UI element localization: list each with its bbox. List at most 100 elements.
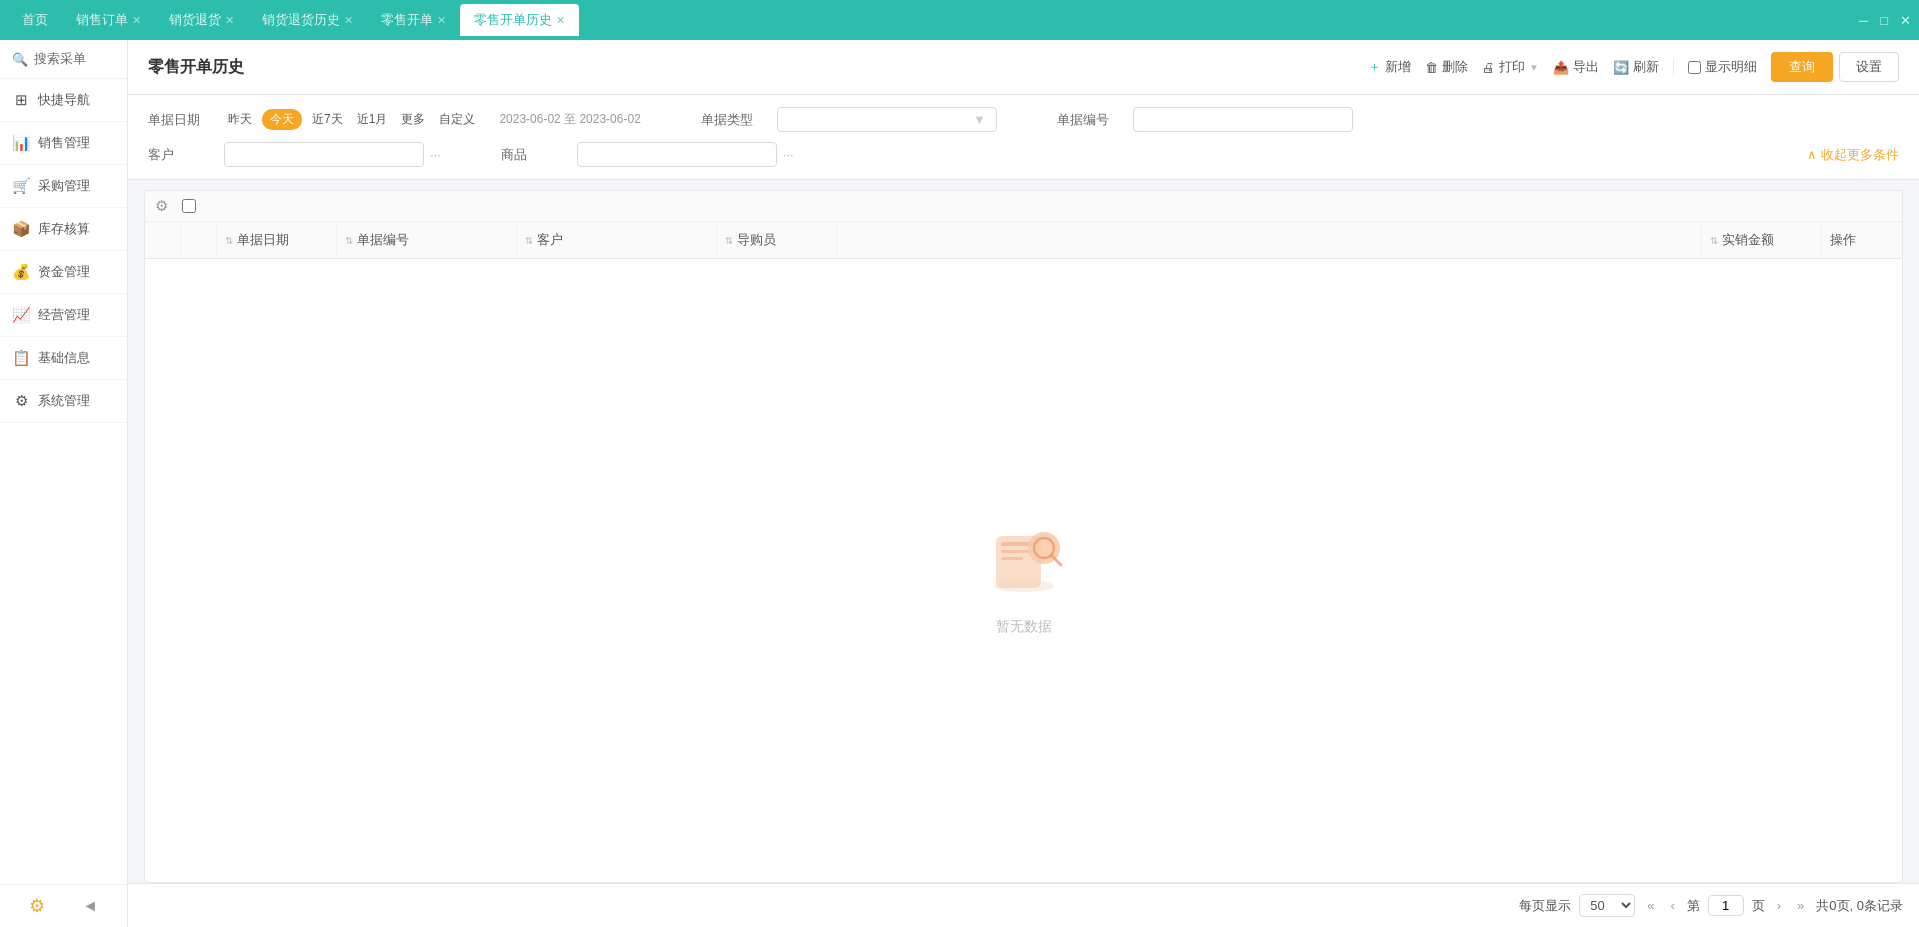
display-detail-checkbox[interactable] bbox=[1688, 61, 1701, 74]
date-opt-today[interactable]: 今天 bbox=[262, 109, 302, 130]
th-number[interactable]: ⇅ 单据编号 bbox=[337, 222, 517, 258]
table-toolbar: ⚙ bbox=[145, 191, 1902, 222]
current-page-input[interactable]: 1 bbox=[1708, 895, 1744, 916]
empty-state: 暂无数据 bbox=[974, 506, 1074, 636]
sidebar-search[interactable]: 🔍 搜索采单 bbox=[0, 40, 127, 79]
sidebar-item-system-mgmt[interactable]: ⚙ 系统管理 bbox=[0, 380, 127, 423]
add-button[interactable]: ＋ 新增 bbox=[1368, 58, 1411, 76]
product-dots-btn[interactable]: ··· bbox=[783, 147, 794, 162]
type-select[interactable]: ▼ bbox=[777, 107, 997, 132]
th-extra bbox=[837, 222, 1702, 258]
sidebar-item-quick-nav[interactable]: ⊞ 快捷导航 bbox=[0, 79, 127, 122]
date-opt-yesterday[interactable]: 昨天 bbox=[224, 109, 256, 130]
tab-sales-return-history-label: 销货退货历史 bbox=[262, 11, 340, 29]
sidebar-collapse-icon[interactable]: ◄ bbox=[82, 897, 98, 915]
first-page-btn[interactable]: « bbox=[1643, 896, 1658, 915]
export-button[interactable]: 📤 导出 bbox=[1553, 58, 1599, 76]
sidebar-item-purchase-mgmt[interactable]: 🛒 采购管理 bbox=[0, 165, 127, 208]
refresh-button[interactable]: 🔄 刷新 bbox=[1613, 58, 1659, 76]
sidebar: 🔍 搜索采单 ⊞ 快捷导航 📊 销售管理 🛒 采购管理 📦 库存核算 💰 资金管… bbox=[0, 40, 128, 927]
settings-button[interactable]: 设置 bbox=[1839, 52, 1899, 82]
date-opt-custom[interactable]: 自定义 bbox=[435, 109, 479, 130]
prev-page-btn[interactable]: ‹ bbox=[1666, 896, 1678, 915]
close-btn[interactable]: ✕ bbox=[1900, 13, 1911, 28]
refresh-icon: 🔄 bbox=[1613, 60, 1629, 75]
delete-label: 删除 bbox=[1442, 58, 1468, 76]
date-filter-label: 单据日期 bbox=[148, 111, 204, 129]
tab-sales-return-close[interactable]: ✕ bbox=[225, 14, 234, 27]
print-button[interactable]: 🖨 打印 ▼ bbox=[1482, 58, 1539, 76]
table-settings-icon[interactable]: ⚙ bbox=[155, 197, 168, 215]
last-page-btn[interactable]: » bbox=[1793, 896, 1808, 915]
collapse-label: 收起更多条件 bbox=[1821, 146, 1899, 164]
tab-home-label: 首页 bbox=[22, 11, 48, 29]
display-detail-checkbox-group[interactable]: 显示明细 bbox=[1688, 58, 1757, 76]
sidebar-item-sales-mgmt-label: 销售管理 bbox=[38, 134, 90, 152]
sort-icon-customer: ⇅ bbox=[525, 235, 533, 246]
sidebar-item-basic-info-label: 基础信息 bbox=[38, 349, 90, 367]
search-icon: 🔍 bbox=[12, 52, 28, 67]
tab-sales-return-history-close[interactable]: ✕ bbox=[344, 14, 353, 27]
date-opt-7days[interactable]: 近7天 bbox=[308, 109, 347, 130]
th-guide-label: 导购员 bbox=[737, 231, 776, 249]
sidebar-item-system-mgmt-label: 系统管理 bbox=[38, 392, 90, 410]
product-filter-label: 商品 bbox=[501, 146, 557, 164]
page-title: 零售开单历史 bbox=[148, 57, 244, 78]
tab-retail-open-close[interactable]: ✕ bbox=[437, 14, 446, 27]
sidebar-bottom: ⚙ ◄ bbox=[0, 884, 127, 927]
sidebar-item-purchase-mgmt-label: 采购管理 bbox=[38, 177, 90, 195]
number-input[interactable] bbox=[1133, 107, 1353, 132]
sidebar-item-operations[interactable]: 📈 经营管理 bbox=[0, 294, 127, 337]
tab-retail-open-history[interactable]: 零售开单历史 ✕ bbox=[460, 4, 579, 36]
empty-illustration bbox=[974, 506, 1074, 606]
tab-sales-return[interactable]: 销货退货 ✕ bbox=[155, 4, 248, 36]
add-icon: ＋ bbox=[1368, 58, 1381, 76]
type-select-arrow: ▼ bbox=[973, 112, 986, 127]
tab-sales-order-label: 销售订单 bbox=[76, 11, 128, 29]
sidebar-item-inventory[interactable]: 📦 库存核算 bbox=[0, 208, 127, 251]
th-settings bbox=[145, 222, 181, 258]
date-opt-1month[interactable]: 近1月 bbox=[353, 109, 392, 130]
customer-input[interactable] bbox=[224, 142, 424, 167]
sidebar-item-basic-info[interactable]: 📋 基础信息 bbox=[0, 337, 127, 380]
filter-row-1: 单据日期 昨天 今天 近7天 近1月 更多 自定义 2023-06-02 至 2… bbox=[148, 107, 1899, 132]
page-size-label: 每页显示 bbox=[1519, 897, 1571, 915]
delete-button[interactable]: 🗑 删除 bbox=[1425, 58, 1468, 76]
query-settings-group: 查询 设置 bbox=[1771, 52, 1899, 82]
customer-dots-btn[interactable]: ··· bbox=[430, 147, 441, 162]
pagination-bar: 每页显示 10 20 50 100 « ‹ 第 1 页 › » 共0页, 0条记… bbox=[128, 883, 1919, 927]
query-button[interactable]: 查询 bbox=[1771, 52, 1833, 82]
filter-panel: 单据日期 昨天 今天 近7天 近1月 更多 自定义 2023-06-02 至 2… bbox=[128, 95, 1919, 180]
table-select-all-checkbox[interactable] bbox=[182, 199, 196, 213]
tab-sales-return-history[interactable]: 销货退货历史 ✕ bbox=[248, 4, 367, 36]
purchase-mgmt-icon: 🛒 bbox=[12, 177, 30, 195]
next-page-btn[interactable]: › bbox=[1773, 896, 1785, 915]
svg-rect-3 bbox=[1001, 550, 1029, 553]
export-label: 导出 bbox=[1573, 58, 1599, 76]
tab-sales-order[interactable]: 销售订单 ✕ bbox=[62, 4, 155, 36]
tab-retail-open[interactable]: 零售开单 ✕ bbox=[367, 4, 460, 36]
th-date[interactable]: ⇅ 单据日期 bbox=[217, 222, 337, 258]
page-unit: 页 bbox=[1752, 897, 1765, 915]
sidebar-item-finance[interactable]: 💰 资金管理 bbox=[0, 251, 127, 294]
product-input-group: ··· bbox=[577, 142, 794, 167]
minimize-btn[interactable]: ─ bbox=[1859, 13, 1868, 28]
date-opt-more[interactable]: 更多 bbox=[397, 109, 429, 130]
print-label: 打印 bbox=[1499, 58, 1525, 76]
finance-icon: 💰 bbox=[12, 263, 30, 281]
th-guide[interactable]: ⇅ 导购员 bbox=[717, 222, 837, 258]
page-header: 零售开单历史 ＋ 新增 🗑 删除 🖨 打印 ▼ 📤 导出 bbox=[128, 40, 1919, 95]
collapse-btn[interactable]: ∧ 收起更多条件 bbox=[1807, 146, 1899, 164]
tab-retail-open-history-close[interactable]: ✕ bbox=[556, 14, 565, 27]
page-size-select[interactable]: 10 20 50 100 bbox=[1579, 894, 1635, 917]
sidebar-item-sales-mgmt[interactable]: 📊 销售管理 bbox=[0, 122, 127, 165]
delete-icon: 🗑 bbox=[1425, 60, 1438, 75]
tab-sales-order-close[interactable]: ✕ bbox=[132, 14, 141, 27]
product-input[interactable] bbox=[577, 142, 777, 167]
th-customer[interactable]: ⇅ 客户 bbox=[517, 222, 717, 258]
maximize-btn[interactable]: □ bbox=[1880, 13, 1888, 28]
print-icon: 🖨 bbox=[1482, 60, 1495, 75]
tab-home[interactable]: 首页 bbox=[8, 4, 62, 36]
th-amount[interactable]: ⇅ 实销金额 bbox=[1702, 222, 1822, 258]
sidebar-settings-icon[interactable]: ⚙ bbox=[29, 895, 45, 917]
